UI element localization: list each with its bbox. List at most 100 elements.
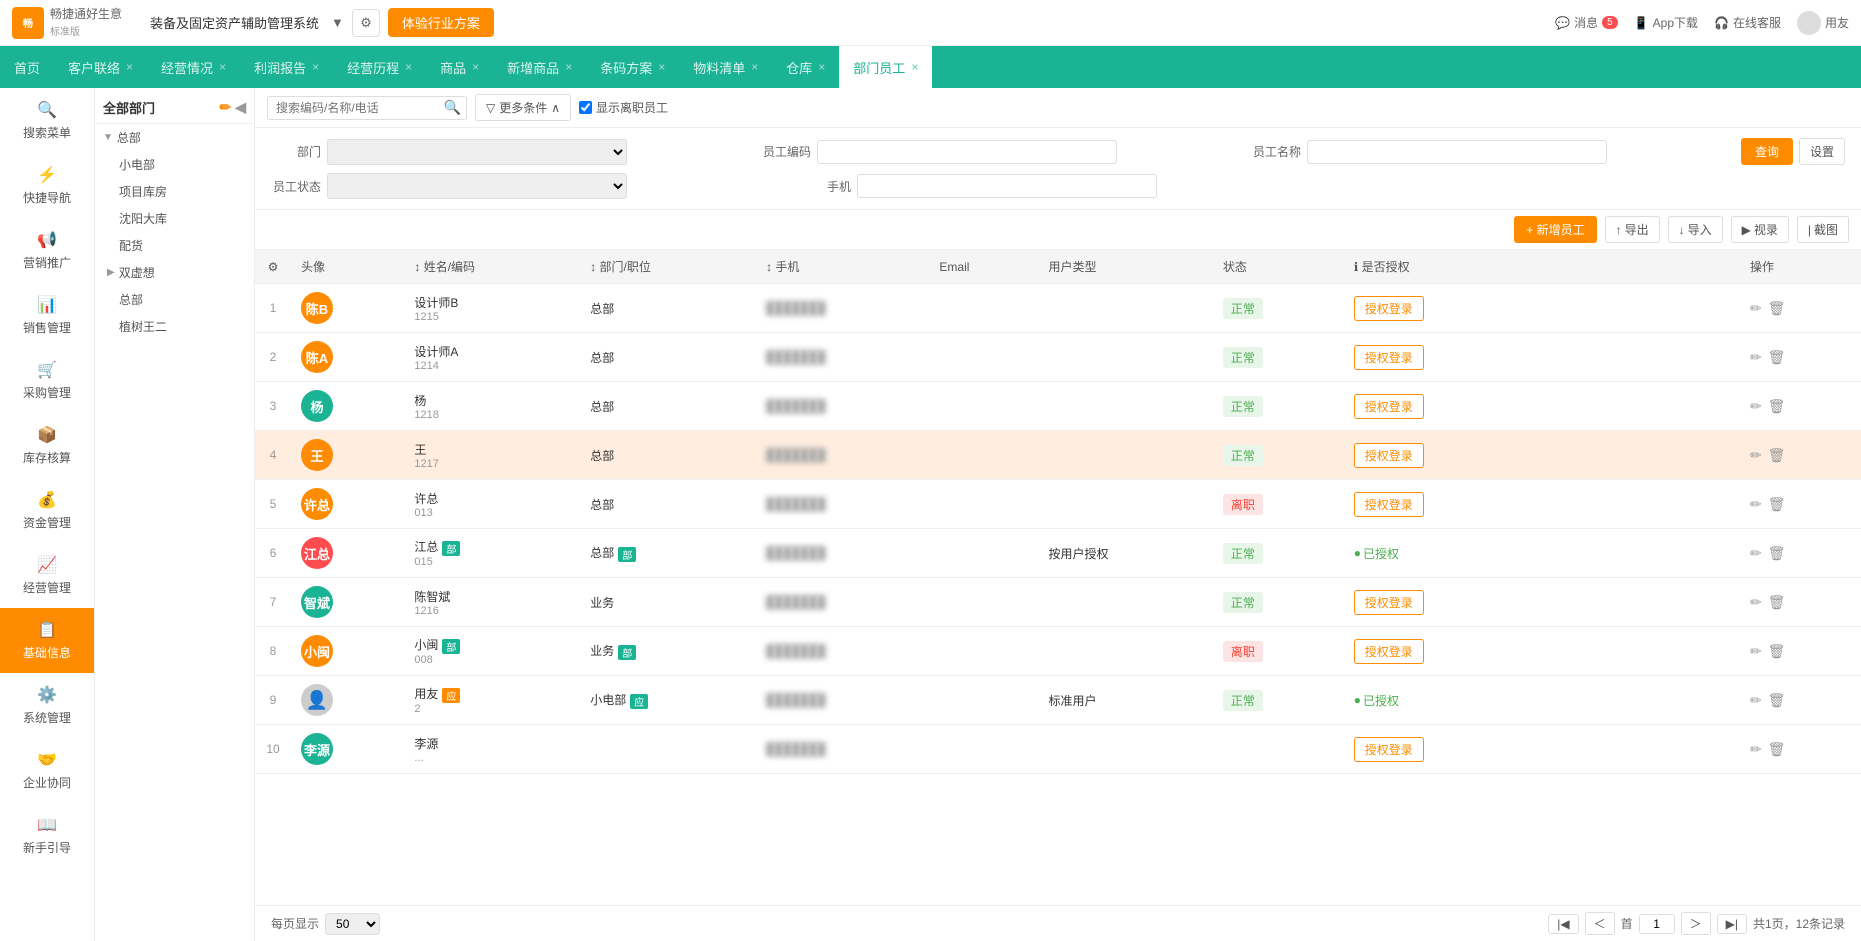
close-icon[interactable]: × <box>219 60 226 74</box>
auth-login-btn[interactable]: 授权登录 <box>1354 737 1424 762</box>
user-btn[interactable]: 用友 <box>1797 11 1849 35</box>
per-page-select[interactable]: 50 100 <box>325 913 380 935</box>
left-nav-operation[interactable]: 📈 经营管理 <box>0 543 94 608</box>
auth-login-btn[interactable]: 授权登录 <box>1354 394 1424 419</box>
tab-warehouse[interactable]: 仓库 × <box>772 46 839 88</box>
tab-add-goods[interactable]: 新增商品 × <box>493 46 586 88</box>
dept-tree-distribution[interactable]: 配货 <box>95 232 254 259</box>
edit-icon[interactable]: ✏ <box>1750 398 1762 415</box>
set-btn[interactable]: 设置 <box>1799 138 1845 165</box>
online-service-btn[interactable]: 🎧 在线客服 <box>1714 14 1781 31</box>
dept-edit-icon[interactable]: ✏ <box>219 99 231 116</box>
edit-icon[interactable]: ✏ <box>1750 643 1762 660</box>
left-nav-collab[interactable]: 🤝 企业协同 <box>0 738 94 803</box>
tab-history[interactable]: 经营历程 × <box>333 46 426 88</box>
search-input[interactable] <box>267 96 467 120</box>
close-icon[interactable]: × <box>565 60 572 74</box>
col-phone[interactable]: ↕ 手机 <box>756 250 929 284</box>
dept-select[interactable] <box>327 139 627 165</box>
delete-icon[interactable]: 🗑 <box>1768 545 1786 562</box>
close-icon[interactable]: × <box>818 60 825 74</box>
dept-tree-root-expand[interactable]: ▼ 总部 <box>95 124 254 151</box>
auth-login-btn[interactable]: 授权登录 <box>1354 443 1424 468</box>
close-icon[interactable]: × <box>126 60 133 74</box>
emp-name-input[interactable] <box>1307 140 1607 164</box>
auth-login-btn[interactable]: 授权登录 <box>1354 296 1424 321</box>
more-btn[interactable]: | 截图 <box>1797 216 1849 243</box>
left-nav-sales[interactable]: 📊 销售管理 <box>0 283 94 348</box>
page-input[interactable] <box>1639 914 1675 934</box>
left-nav-purchase[interactable]: 🛒 采购管理 <box>0 348 94 413</box>
more-filter-btn[interactable]: ▽ 更多条件 ∧ <box>475 94 571 121</box>
title-dropdown-icon[interactable]: ▼ <box>331 15 344 30</box>
left-nav-search[interactable]: 🔍 搜索菜单 <box>0 88 94 153</box>
auth-login-btn[interactable]: 授权登录 <box>1354 492 1424 517</box>
search-btn[interactable]: 查询 <box>1741 138 1793 165</box>
tab-goods[interactable]: 商品 × <box>426 46 493 88</box>
close-icon[interactable]: × <box>312 60 319 74</box>
close-icon[interactable]: × <box>751 60 758 74</box>
delete-icon[interactable]: 🗑 <box>1768 692 1786 709</box>
trial-button[interactable]: 体验行业方案 <box>388 8 494 37</box>
left-nav-guide[interactable]: 📖 新手引导 <box>0 803 94 868</box>
delete-icon[interactable]: 🗑 <box>1768 643 1786 660</box>
col-settings[interactable]: ⚙ <box>255 250 291 284</box>
dept-tree-project[interactable]: 项目库房 <box>95 178 254 205</box>
edit-icon[interactable]: ✏ <box>1750 349 1762 366</box>
dept-tree-zhishu[interactable]: 植树王二 <box>95 313 254 340</box>
edit-icon[interactable]: ✏ <box>1750 545 1762 562</box>
add-staff-btn[interactable]: + 新增员工 <box>1514 216 1596 243</box>
first-page-btn[interactable]: |◀ <box>1548 914 1578 934</box>
close-icon[interactable]: × <box>472 60 479 74</box>
close-icon[interactable]: × <box>658 60 665 74</box>
dept-tree-double[interactable]: ▶ 双虚想 <box>95 259 254 286</box>
auth-login-btn[interactable]: 授权登录 <box>1354 590 1424 615</box>
left-nav-inventory[interactable]: 📦 库存核算 <box>0 413 94 478</box>
show-resigned-checkbox[interactable] <box>579 101 592 114</box>
edit-icon[interactable]: ✏ <box>1750 300 1762 317</box>
import-btn[interactable]: ↓ 导入 <box>1668 216 1723 243</box>
tab-profit[interactable]: 利润报告 × <box>240 46 333 88</box>
delete-icon[interactable]: 🗑 <box>1768 594 1786 611</box>
tab-home[interactable]: 首页 <box>0 46 54 88</box>
last-page-btn[interactable]: ▶| <box>1717 914 1747 934</box>
delete-icon[interactable]: 🗑 <box>1768 447 1786 464</box>
delete-icon[interactable]: 🗑 <box>1768 349 1786 366</box>
tab-barcode[interactable]: 条码方案 × <box>586 46 679 88</box>
show-resigned-check[interactable]: 显示离职员工 <box>579 99 668 116</box>
search-icon-btn[interactable]: 🔍 <box>444 99 461 116</box>
dept-collapse-icon[interactable]: ◀ <box>235 99 246 116</box>
auth-login-btn[interactable]: 授权登录 <box>1354 345 1424 370</box>
settings-button[interactable]: ⚙ <box>352 9 380 37</box>
close-icon[interactable]: × <box>911 60 918 74</box>
left-nav-quick[interactable]: ⚡ 快捷导航 <box>0 153 94 218</box>
close-icon[interactable]: × <box>405 60 412 74</box>
edit-icon[interactable]: ✏ <box>1750 447 1762 464</box>
left-nav-marketing[interactable]: 📢 营销推广 <box>0 218 94 283</box>
tab-bom[interactable]: 物料清单 × <box>679 46 772 88</box>
left-nav-system[interactable]: ⚙️ 系统管理 <box>0 673 94 738</box>
emp-status-select[interactable] <box>327 173 627 199</box>
prev-page-btn[interactable]: ＜ <box>1585 912 1615 935</box>
auth-login-btn[interactable]: 授权登录 <box>1354 639 1424 664</box>
col-name[interactable]: ↕ 姓名/编码 <box>404 250 580 284</box>
dept-tree-zongbu[interactable]: 总部 <box>95 286 254 313</box>
left-nav-basic[interactable]: 📋 基础信息 <box>0 608 94 673</box>
edit-icon[interactable]: ✏ <box>1750 496 1762 513</box>
tab-operation[interactable]: 经营情况 × <box>147 46 240 88</box>
emp-code-input[interactable] <box>817 140 1117 164</box>
export-btn[interactable]: ↑ 导出 <box>1605 216 1660 243</box>
col-dept[interactable]: ↕ 部门/职位 <box>580 250 756 284</box>
tab-dept-staff[interactable]: 部门员工 × <box>839 46 932 88</box>
dept-tree-shenyang[interactable]: 沈阳大库 <box>95 205 254 232</box>
app-download-btn[interactable]: 📱 App下载 <box>1634 14 1698 31</box>
dept-tree-xiaodian[interactable]: 小电部 <box>95 151 254 178</box>
message-btn[interactable]: 💬 消息 5 <box>1555 14 1618 31</box>
edit-icon[interactable]: ✏ <box>1750 594 1762 611</box>
tab-customer[interactable]: 客户联络 × <box>54 46 147 88</box>
delete-icon[interactable]: 🗑 <box>1768 496 1786 513</box>
left-nav-finance[interactable]: 💰 资金管理 <box>0 478 94 543</box>
phone-input[interactable] <box>857 174 1157 198</box>
next-page-btn[interactable]: ＞ <box>1681 912 1711 935</box>
delete-icon[interactable]: 🗑 <box>1768 398 1786 415</box>
